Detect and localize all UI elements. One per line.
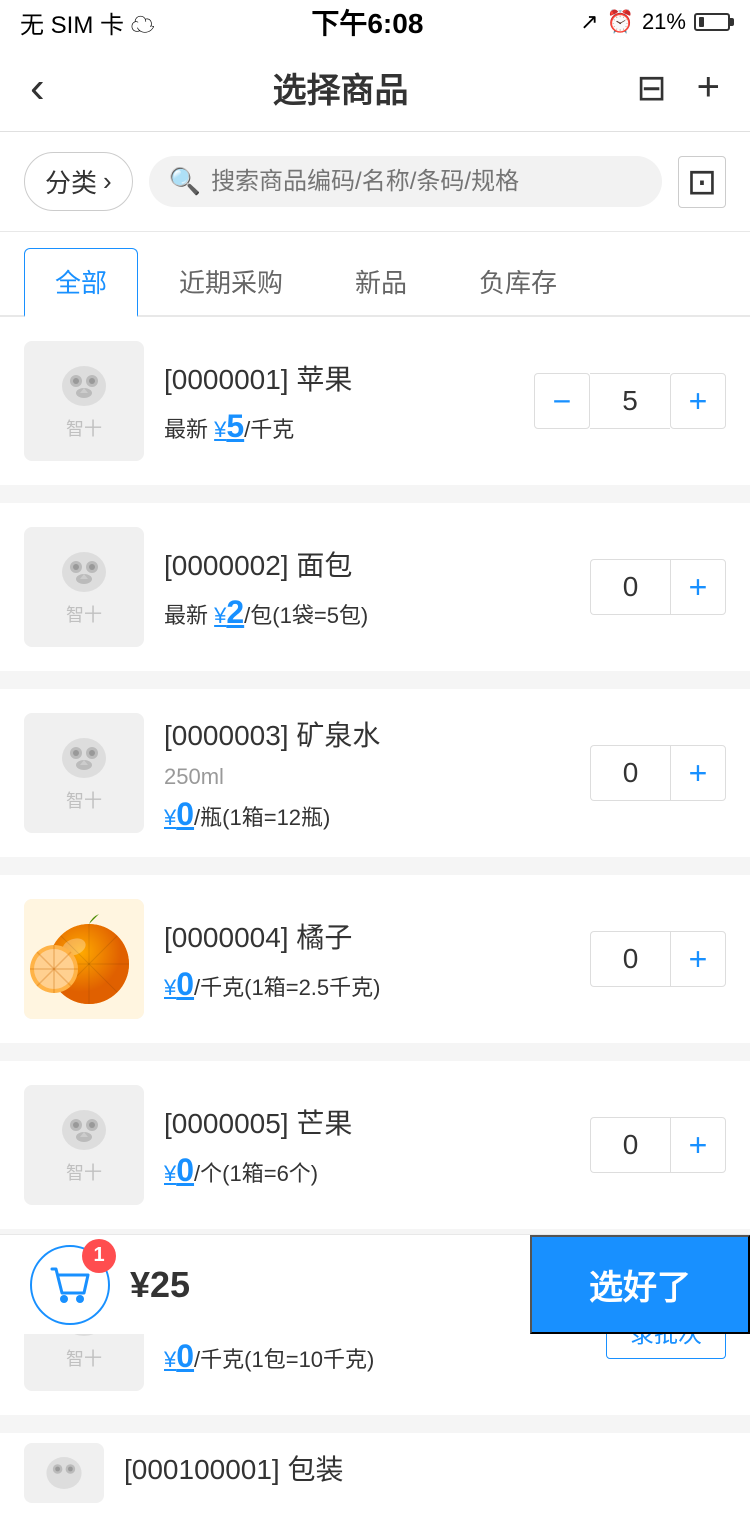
tab-new[interactable]: 新品 xyxy=(324,248,438,315)
product-name: [0000003] 矿泉水 xyxy=(164,714,570,754)
battery-icon xyxy=(694,13,730,31)
owl-logo-icon xyxy=(54,733,114,783)
confirm-button[interactable]: 选好了 xyxy=(530,1235,750,1334)
tab-all[interactable]: 全部 xyxy=(24,248,138,317)
product-thumbnail: 智十 xyxy=(24,713,144,833)
filter-bar: 分类 › 🔍 ⊡ xyxy=(0,132,750,232)
quantity-input[interactable] xyxy=(590,559,670,615)
status-time: 下午6:08 xyxy=(311,2,423,42)
quantity-input[interactable] xyxy=(590,373,670,429)
tab-bar: 全部 近期采购 新品 负库存 xyxy=(0,232,750,317)
product-price: ¥0/千克(1包=10千克) xyxy=(164,1338,586,1375)
product-price: 最新 ¥2/包(1袋=5包) xyxy=(164,594,570,631)
product-thumbnail: 智十 xyxy=(24,341,144,461)
nav-bar: ‹ 选择商品 ⊟ + xyxy=(0,44,750,132)
quantity-input[interactable] xyxy=(590,745,670,801)
product-info: [0000002] 面包 最新 ¥2/包(1袋=5包) xyxy=(144,544,590,631)
bottom-bar: 1 ¥25 选好了 xyxy=(0,1234,750,1334)
quantity-control: + xyxy=(590,559,726,615)
cart-badge: 1 xyxy=(82,1239,116,1273)
scan-icon[interactable]: ⊡ xyxy=(678,156,726,208)
product-thumbnail xyxy=(24,1443,104,1503)
battery-percent: 21% xyxy=(642,9,686,35)
product-info: [0000004] 橘子 ¥0/千克(1箱=2.5千克) xyxy=(144,916,590,1003)
cart-total: ¥25 xyxy=(130,1264,190,1306)
increment-button[interactable]: + xyxy=(670,745,726,801)
decrement-button[interactable]: − xyxy=(534,373,590,429)
product-info: [0000003] 矿泉水 250ml ¥0/瓶(1箱=12瓶) xyxy=(144,714,590,833)
quantity-control: + xyxy=(590,1117,726,1173)
category-label: 分类 xyxy=(45,163,97,200)
product-name: [0000004] 橘子 xyxy=(164,916,570,956)
page-title: 选择商品 xyxy=(273,63,409,112)
category-button[interactable]: 分类 › xyxy=(24,152,133,211)
product-price: ¥0/个(1箱=6个) xyxy=(164,1152,570,1189)
product-name: [0000001] 苹果 xyxy=(164,358,514,398)
product-name: [0000005] 芒果 xyxy=(164,1102,570,1142)
alarm-icon: ⏰ xyxy=(607,9,634,35)
product-price: ¥0/瓶(1箱=12瓶) xyxy=(164,796,570,833)
orange-image xyxy=(24,899,144,1019)
product-info: [0000005] 芒果 ¥0/个(1箱=6个) xyxy=(144,1102,590,1189)
filter-icon[interactable]: ⊟ xyxy=(636,67,666,109)
tab-negative[interactable]: 负库存 xyxy=(448,248,588,315)
product-thumbnail: 智十 xyxy=(24,527,144,647)
owl-logo-icon xyxy=(54,361,114,411)
search-input[interactable] xyxy=(211,168,642,196)
increment-button[interactable]: + xyxy=(670,1117,726,1173)
product-name: [000100001] 包装 xyxy=(124,1448,706,1488)
product-item: 智十 [0000003] 矿泉水 250ml ¥0/瓶(1箱=12瓶) + xyxy=(0,689,750,857)
product-info: [000100001] 包装 xyxy=(104,1448,726,1498)
add-icon[interactable]: + xyxy=(697,65,720,110)
quantity-control: + xyxy=(590,931,726,987)
search-icon: 🔍 xyxy=(169,166,201,197)
increment-button[interactable]: + xyxy=(670,373,726,429)
category-chevron: › xyxy=(103,166,112,197)
product-price: 最新 ¥5/千克 xyxy=(164,408,514,445)
quantity-control: − + xyxy=(534,373,726,429)
product-info: [0000001] 苹果 最新 ¥5/千克 xyxy=(144,358,534,445)
status-right: ↗ ⏰ 21% xyxy=(580,9,730,35)
increment-button[interactable]: + xyxy=(670,931,726,987)
status-bar: 无 SIM 卡 ☁ 下午6:08 ↗ ⏰ 21% xyxy=(0,0,750,44)
tab-recent[interactable]: 近期采购 xyxy=(148,248,314,315)
status-left: 无 SIM 卡 ☁ xyxy=(20,5,155,40)
quantity-input[interactable] xyxy=(590,1117,670,1173)
product-spec: 250ml xyxy=(164,764,570,790)
product-item: 智十 [0000005] 芒果 ¥0/个(1箱=6个) + xyxy=(0,1061,750,1229)
product-item: 智十 [0000001] 苹果 最新 ¥5/千克 − + xyxy=(0,317,750,485)
cart-icon xyxy=(48,1265,92,1305)
back-button[interactable]: ‹ xyxy=(30,63,45,113)
no-sim-label: 无 SIM 卡 ☁ xyxy=(20,5,155,40)
product-item: 智十 [0000002] 面包 最新 ¥2/包(1袋=5包) + xyxy=(0,503,750,671)
quantity-control: + xyxy=(590,745,726,801)
owl-logo-icon xyxy=(54,1105,114,1155)
product-name: [0000002] 面包 xyxy=(164,544,570,584)
product-item: [0000004] 橘子 ¥0/千克(1箱=2.5千克) + xyxy=(0,875,750,1043)
product-thumbnail: 智十 xyxy=(24,1085,144,1205)
owl-logo-icon xyxy=(54,547,114,597)
product-item: [000100001] 包装 xyxy=(0,1433,750,1513)
increment-button[interactable]: + xyxy=(670,559,726,615)
owl-logo-icon xyxy=(39,1453,89,1493)
nav-actions: ⊟ + xyxy=(636,65,720,110)
cart-area: 1 ¥25 xyxy=(0,1245,530,1325)
location-icon: ↗ xyxy=(580,9,598,35)
quantity-input[interactable] xyxy=(590,931,670,987)
cart-icon-wrap[interactable]: 1 xyxy=(30,1245,110,1325)
product-thumbnail xyxy=(24,899,144,1019)
search-box[interactable]: 🔍 xyxy=(149,156,662,207)
product-price: ¥0/千克(1箱=2.5千克) xyxy=(164,966,570,1003)
